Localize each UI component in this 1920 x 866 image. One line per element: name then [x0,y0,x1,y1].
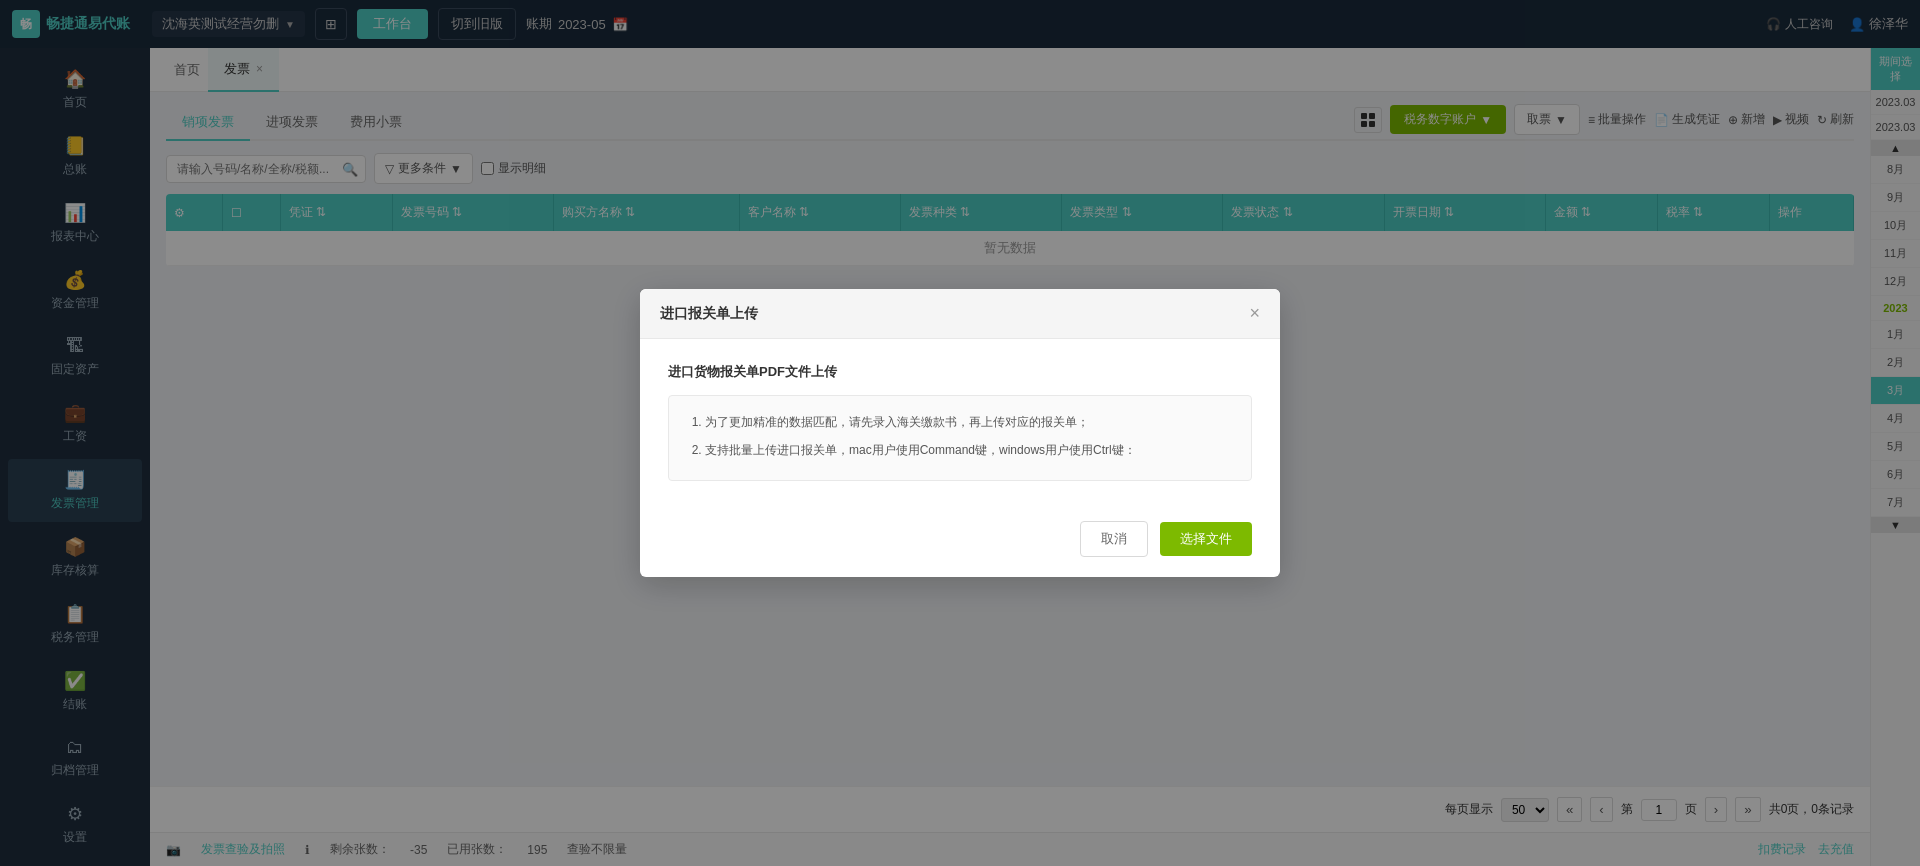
modal-footer: 取消 选择文件 [640,505,1280,577]
modal-body: 进口货物报关单PDF文件上传 为了更加精准的数据匹配，请先录入海关缴款书，再上传… [640,339,1280,505]
modal-overlay[interactable]: 进口报关单上传 × 进口货物报关单PDF文件上传 为了更加精准的数据匹配，请先录… [0,0,1920,866]
modal-cancel-button[interactable]: 取消 [1080,521,1148,557]
modal-header: 进口报关单上传 × [640,289,1280,339]
modal-info-box: 为了更加精准的数据匹配，请先录入海关缴款书，再上传对应的报关单； 支持批量上传进… [668,395,1252,481]
modal-select-file-button[interactable]: 选择文件 [1160,522,1252,556]
modal-close-button[interactable]: × [1249,303,1260,324]
import-customs-modal: 进口报关单上传 × 进口货物报关单PDF文件上传 为了更加精准的数据匹配，请先录… [640,289,1280,577]
modal-info-item-1: 支持批量上传进口报关单，mac用户使用Command键，windows用户使用C… [705,438,1233,462]
modal-info-item-0: 为了更加精准的数据匹配，请先录入海关缴款书，再上传对应的报关单； [705,410,1233,434]
modal-section-title: 进口货物报关单PDF文件上传 [668,363,1252,381]
modal-title: 进口报关单上传 [660,305,758,323]
